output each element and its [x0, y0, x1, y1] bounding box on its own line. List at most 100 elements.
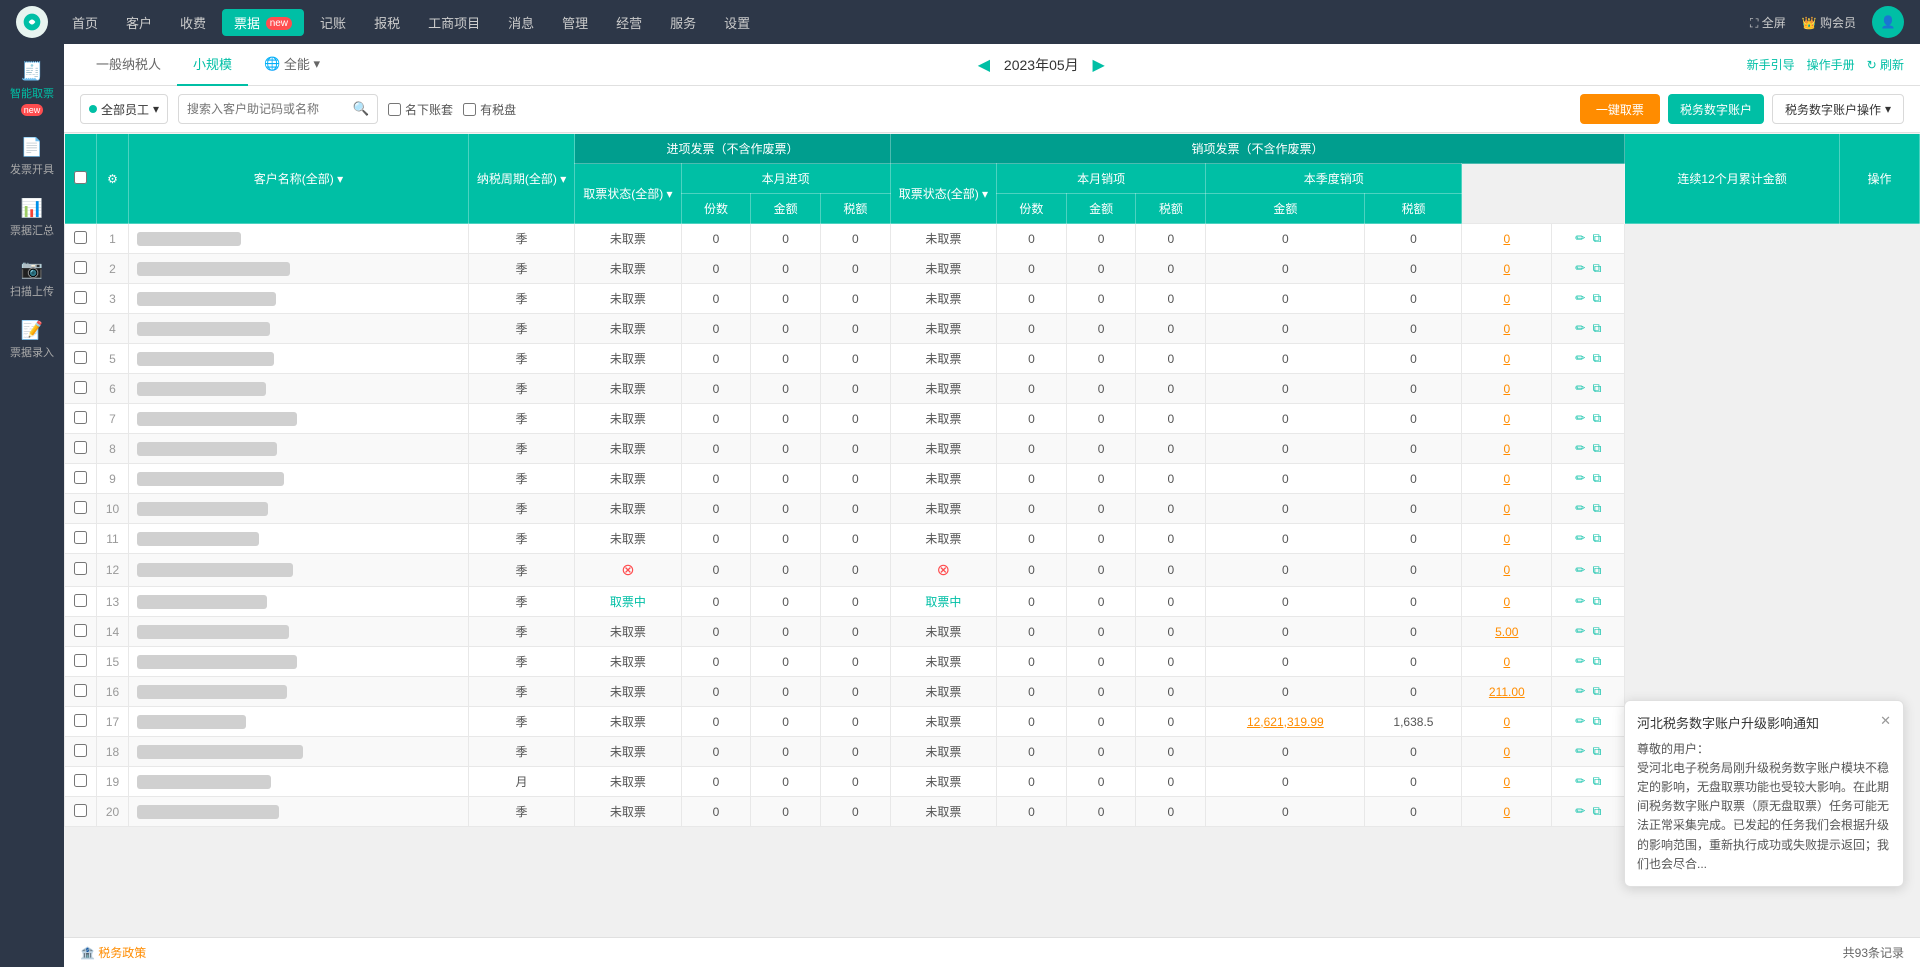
row-checkbox[interactable]: [74, 261, 87, 274]
edit-btn[interactable]: ✏: [1575, 291, 1585, 305]
sidebar-item-scan-upload[interactable]: 📷 扫描上传: [3, 250, 61, 307]
edit-btn[interactable]: ✏: [1575, 744, 1585, 758]
edit-btn[interactable]: ✏: [1575, 501, 1585, 515]
row-checkbox[interactable]: [74, 411, 87, 424]
copy-btn[interactable]: ⧉: [1593, 501, 1602, 515]
nav-invoice[interactable]: 票据 new: [222, 9, 304, 36]
row-checkbox[interactable]: [74, 231, 87, 244]
row-checkbox-cell[interactable]: [65, 404, 97, 434]
row-checkbox-cell[interactable]: [65, 464, 97, 494]
employee-select[interactable]: 全部员工 ▾: [80, 94, 168, 124]
tab-all[interactable]: 🌐 全能 ▾: [248, 44, 336, 86]
row-checkbox[interactable]: [74, 684, 87, 697]
tab-general-taxpayer[interactable]: 一般纳税人: [80, 44, 177, 86]
edit-btn[interactable]: ✏: [1575, 261, 1585, 275]
row-checkbox[interactable]: [74, 804, 87, 817]
row-checkbox[interactable]: [74, 624, 87, 637]
copy-btn[interactable]: ⧉: [1593, 624, 1602, 638]
copy-btn[interactable]: ⧉: [1593, 351, 1602, 365]
copy-btn[interactable]: ⧉: [1593, 654, 1602, 668]
row-checkbox-cell[interactable]: [65, 647, 97, 677]
edit-btn[interactable]: ✏: [1575, 654, 1585, 668]
nav-tax[interactable]: 报税: [362, 9, 412, 36]
nav-home[interactable]: 首页: [60, 9, 110, 36]
row-checkbox-cell[interactable]: [65, 374, 97, 404]
user-avatar[interactable]: 👤: [1872, 6, 1904, 38]
manual-link[interactable]: 操作手册: [1807, 56, 1855, 73]
copy-btn[interactable]: ⧉: [1593, 804, 1602, 818]
row-checkbox-cell[interactable]: [65, 677, 97, 707]
row-checkbox-cell[interactable]: [65, 587, 97, 617]
edit-btn[interactable]: ✏: [1575, 714, 1585, 728]
copy-btn[interactable]: ⧉: [1593, 531, 1602, 545]
copy-btn[interactable]: ⧉: [1593, 261, 1602, 275]
row-checkbox-cell[interactable]: [65, 617, 97, 647]
my-books-checkbox-label[interactable]: 名下账套: [388, 101, 453, 118]
app-logo[interactable]: [16, 6, 48, 38]
row-checkbox[interactable]: [74, 654, 87, 667]
copy-btn[interactable]: ⧉: [1593, 321, 1602, 335]
copy-btn[interactable]: ⧉: [1593, 381, 1602, 395]
row-checkbox[interactable]: [74, 714, 87, 727]
nav-business[interactable]: 工商项目: [416, 9, 492, 36]
nav-service[interactable]: 服务: [658, 9, 708, 36]
row-checkbox-cell[interactable]: [65, 797, 97, 827]
has-taxbox-checkbox-label[interactable]: 有税盘: [463, 101, 516, 118]
nav-accounting[interactable]: 记账: [308, 9, 358, 36]
row-checkbox-cell[interactable]: [65, 254, 97, 284]
copy-btn[interactable]: ⧉: [1593, 684, 1602, 698]
row-checkbox-cell[interactable]: [65, 554, 97, 587]
sidebar-item-smart-fetch[interactable]: 🧾 智能取票 new: [3, 52, 61, 124]
nav-message[interactable]: 消息: [496, 9, 546, 36]
nav-manage[interactable]: 管理: [550, 9, 600, 36]
nav-fee[interactable]: 收费: [168, 9, 218, 36]
copy-btn[interactable]: ⧉: [1593, 441, 1602, 455]
sidebar-item-invoice-open[interactable]: 📄 发票开具: [3, 128, 61, 185]
row-checkbox[interactable]: [74, 381, 87, 394]
fullscreen-btn[interactable]: ⛶ 全屏: [1750, 14, 1786, 31]
row-checkbox-cell[interactable]: [65, 224, 97, 254]
row-checkbox[interactable]: [74, 501, 87, 514]
copy-btn[interactable]: ⧉: [1593, 563, 1602, 577]
copy-btn[interactable]: ⧉: [1593, 714, 1602, 728]
row-checkbox-cell[interactable]: [65, 707, 97, 737]
edit-btn[interactable]: ✏: [1575, 624, 1585, 638]
edit-btn[interactable]: ✏: [1575, 684, 1585, 698]
has-taxbox-checkbox[interactable]: [463, 103, 476, 116]
edit-btn[interactable]: ✏: [1575, 231, 1585, 245]
row-checkbox[interactable]: [74, 441, 87, 454]
copy-btn[interactable]: ⧉: [1593, 744, 1602, 758]
row-checkbox-cell[interactable]: [65, 524, 97, 554]
edit-btn[interactable]: ✏: [1575, 471, 1585, 485]
copy-btn[interactable]: ⧉: [1593, 471, 1602, 485]
sidebar-item-invoice-entry[interactable]: 📝 票据录入: [3, 311, 61, 368]
tax-policy-link[interactable]: 🏦 税务政策: [80, 944, 146, 961]
row-checkbox-cell[interactable]: [65, 737, 97, 767]
row-checkbox-cell[interactable]: [65, 767, 97, 797]
notification-close-btn[interactable]: ✕: [1880, 713, 1891, 732]
select-all-checkbox[interactable]: [74, 171, 87, 184]
sidebar-item-invoice-summary[interactable]: 📊 票据汇总: [3, 189, 61, 246]
edit-btn[interactable]: ✏: [1575, 563, 1585, 577]
digital-account-ops-button[interactable]: 税务数字账户操作 ▾: [1772, 94, 1904, 124]
prev-month-btn[interactable]: ◀: [972, 53, 996, 77]
row-checkbox[interactable]: [74, 291, 87, 304]
row-checkbox[interactable]: [74, 774, 87, 787]
row-checkbox[interactable]: [74, 471, 87, 484]
nav-client[interactable]: 客户: [114, 9, 164, 36]
nav-operation[interactable]: 经营: [604, 9, 654, 36]
quick-fetch-button[interactable]: 一键取票: [1580, 94, 1660, 124]
edit-btn[interactable]: ✏: [1575, 531, 1585, 545]
copy-btn[interactable]: ⧉: [1593, 774, 1602, 788]
search-button[interactable]: 🔍: [352, 101, 369, 117]
member-btn[interactable]: 👑 购会员: [1802, 14, 1856, 31]
refresh-link[interactable]: ↻ 刷新: [1867, 56, 1904, 73]
new-guide-link[interactable]: 新手引导: [1747, 56, 1795, 73]
digital-account-button[interactable]: 税务数字账户: [1668, 94, 1764, 124]
next-month-btn[interactable]: ▶: [1087, 53, 1111, 77]
edit-btn[interactable]: ✏: [1575, 411, 1585, 425]
customer-search-input[interactable]: [187, 102, 348, 116]
edit-btn[interactable]: ✏: [1575, 381, 1585, 395]
row-checkbox[interactable]: [74, 744, 87, 757]
my-books-checkbox[interactable]: [388, 103, 401, 116]
